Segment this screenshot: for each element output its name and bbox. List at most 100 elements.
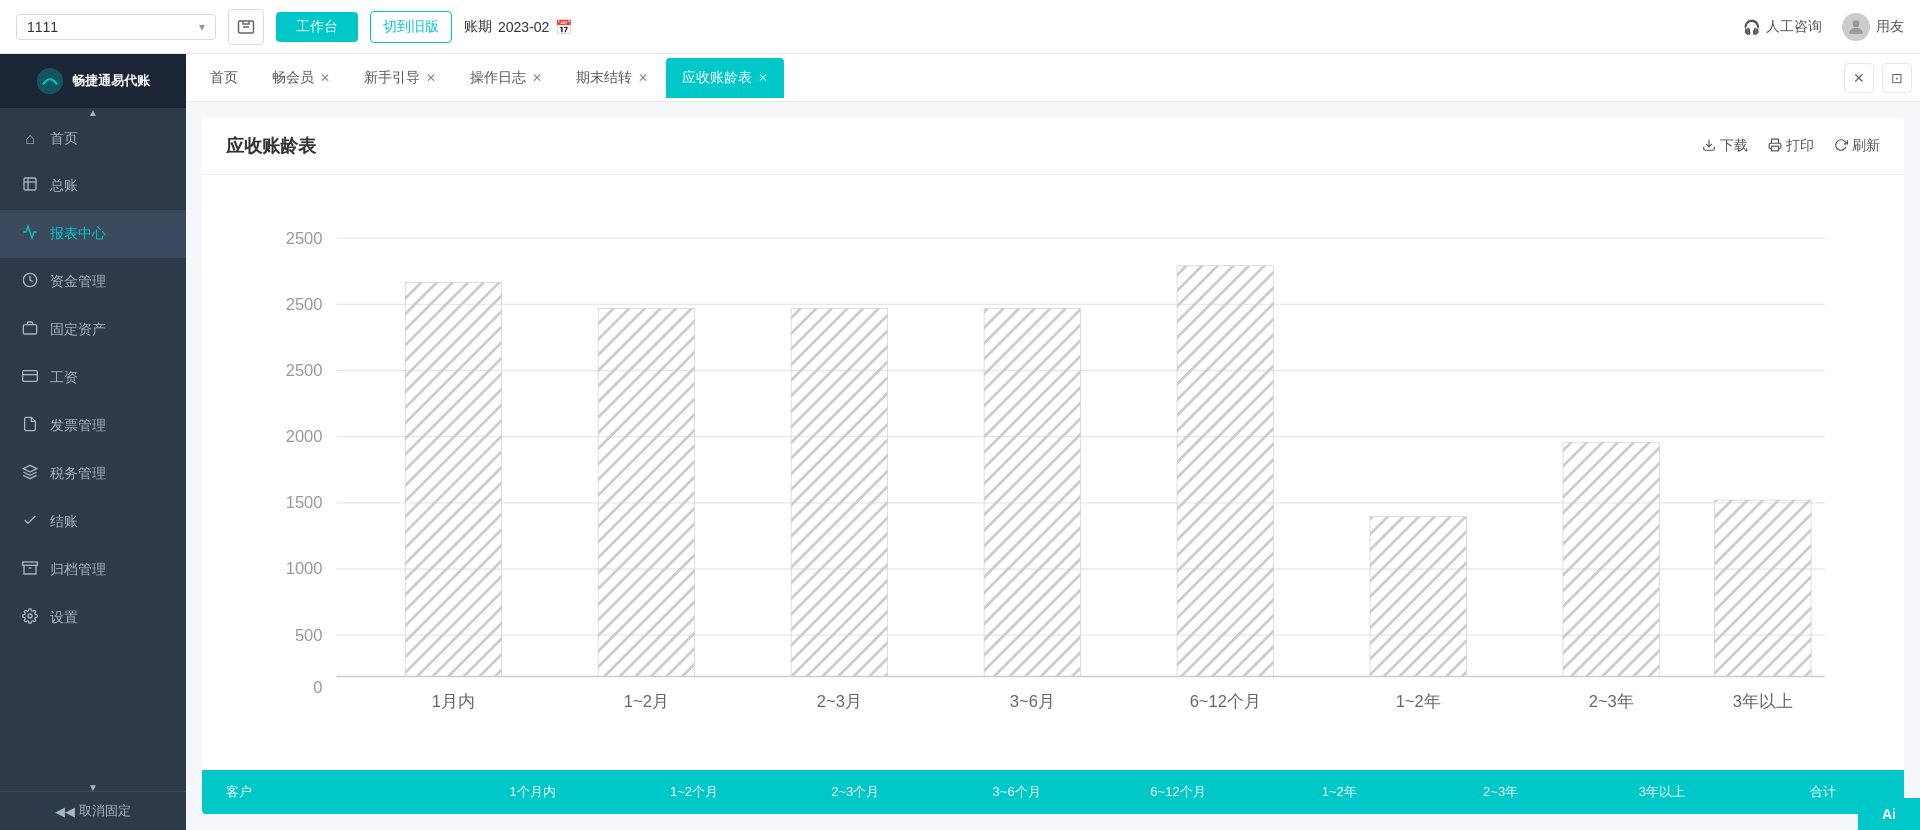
archive-icon (20, 560, 40, 580)
svg-text:2~3月: 2~3月 (817, 692, 862, 711)
sidebar-item-label: 发票管理 (50, 417, 106, 435)
tab-close-icon[interactable]: ✕ (638, 71, 648, 85)
print-button[interactable]: 打印 (1768, 137, 1814, 155)
cancel-fixed-button[interactable]: ◀◀ 取消固定 (0, 791, 186, 830)
table-header: 客户 1个月内 1~2个月 2~3个月 3~6个月 6~12 (202, 770, 1904, 814)
sidebar-item-settings[interactable]: 设置 (0, 594, 186, 642)
tab-home[interactable]: 首页 (194, 58, 254, 98)
svg-text:500: 500 (295, 626, 323, 645)
tab-close-icon[interactable]: ✕ (532, 71, 542, 85)
sidebar-item-reports[interactable]: 报表中心 (0, 210, 186, 258)
company-selector[interactable]: 1111 ▾ (16, 14, 216, 40)
svg-text:0: 0 (313, 678, 322, 697)
col-month23: 2~3个月 (775, 783, 936, 801)
scroll-up-button[interactable]: ▲ (0, 108, 186, 116)
sidebar-item-funds[interactable]: 资金管理 (0, 258, 186, 306)
download-icon (1702, 138, 1716, 155)
period-value: 2023-02 (498, 19, 549, 35)
sidebar-item-settle[interactable]: 结账 (0, 498, 186, 546)
svg-text:1500: 1500 (286, 493, 323, 512)
sidebar-item-label: 结账 (50, 513, 78, 531)
svg-rect-4 (24, 178, 36, 190)
download-button[interactable]: 下载 (1702, 137, 1748, 155)
pin-icon: ◀◀ (55, 804, 75, 819)
download-label: 下载 (1720, 137, 1748, 155)
consultation-button[interactable]: 🎧 人工咨询 (1743, 18, 1822, 36)
ai-assistant-bar[interactable]: Ai (1858, 798, 1920, 830)
svg-text:1~2月: 1~2月 (624, 692, 669, 711)
tab-close-icon[interactable]: ✕ (758, 71, 768, 85)
workbench-button[interactable]: 工作台 (276, 12, 358, 42)
switch-version-button[interactable]: 切到旧版 (370, 11, 452, 43)
svg-rect-43 (1370, 517, 1466, 677)
svg-text:1000: 1000 (286, 559, 323, 578)
sidebar-item-invoice[interactable]: 发票管理 (0, 402, 186, 450)
content-area: 首页 畅会员 ✕ 新手引导 ✕ 操作日志 ✕ 期末结转 ✕ 应收账龄表 ✕ (186, 54, 1920, 830)
svg-rect-45 (1563, 442, 1659, 676)
headset-icon: 🎧 (1743, 19, 1760, 35)
svg-text:6~12个月: 6~12个月 (1190, 692, 1261, 711)
period-label: 账期 (464, 18, 492, 36)
archive-button[interactable] (228, 9, 264, 45)
tab-period-close[interactable]: 期末结转 ✕ (560, 58, 664, 98)
sidebar-item-tax[interactable]: 税务管理 (0, 450, 186, 498)
ai-icon: Ai (1882, 806, 1896, 822)
tab-bar-actions: ✕ ⊡ (1844, 63, 1912, 93)
tab-label: 操作日志 (470, 69, 526, 87)
sidebar-item-label: 首页 (50, 130, 78, 148)
report-card: 应收账龄表 下载 打印 (202, 118, 1904, 814)
svg-text:2500: 2500 (286, 361, 323, 380)
sidebar-item-label: 工资 (50, 369, 78, 387)
user-label: 用友 (1876, 18, 1904, 36)
consultation-label: 人工咨询 (1766, 18, 1822, 36)
tab-oplog[interactable]: 操作日志 ✕ (454, 58, 558, 98)
svg-rect-11 (23, 562, 38, 565)
col-year12: 1~2年 (1259, 783, 1420, 801)
svg-rect-15 (1772, 146, 1779, 151)
svg-text:2~3年: 2~3年 (1589, 692, 1634, 711)
svg-point-2 (1853, 20, 1860, 27)
sidebar-item-salary[interactable]: 工资 (0, 354, 186, 402)
calendar-icon[interactable]: 📅 (555, 19, 572, 35)
col-month612: 6~12个月 (1097, 783, 1258, 801)
tab-ar-aging[interactable]: 应收账龄表 ✕ (666, 58, 784, 98)
tab-label: 新手引导 (364, 69, 420, 87)
top-header: 1111 ▾ 工作台 切到旧版 账期 2023-02 📅 🎧 人工咨询 用友 (0, 0, 1920, 54)
svg-text:2000: 2000 (286, 427, 323, 446)
tab-close-icon[interactable]: ✕ (320, 71, 330, 85)
report-header: 应收账龄表 下载 打印 (202, 118, 1904, 175)
sidebar-nav: ⌂ 首页 总账 报表中心 资金管理 (0, 116, 186, 783)
close-tab-button[interactable]: ✕ (1844, 63, 1874, 93)
col-customer: 客户 (202, 783, 452, 801)
sidebar-item-label: 设置 (50, 609, 78, 627)
page-title: 应收账龄表 (226, 134, 316, 158)
expand-tab-button[interactable]: ⊡ (1882, 63, 1912, 93)
tab-member[interactable]: 畅会员 ✕ (256, 58, 346, 98)
tab-label: 畅会员 (272, 69, 314, 87)
tab-label: 期末结转 (576, 69, 632, 87)
sidebar-logo: 畅捷通易代账 (0, 54, 186, 108)
settle-icon (20, 512, 40, 532)
svg-text:3~6月: 3~6月 (1010, 692, 1055, 711)
svg-text:1~2年: 1~2年 (1396, 692, 1441, 711)
user-section[interactable]: 用友 (1842, 13, 1904, 41)
refresh-label: 刷新 (1852, 137, 1880, 155)
chevron-down-icon: ▾ (199, 20, 205, 34)
svg-point-13 (28, 614, 32, 618)
sidebar-item-assets[interactable]: 固定资产 (0, 306, 186, 354)
col-month1: 1个月内 (452, 783, 613, 801)
sidebar-item-archive[interactable]: 归档管理 (0, 546, 186, 594)
sidebar-item-home[interactable]: ⌂ 首页 (0, 116, 186, 162)
bar-chart: 2500 2500 2500 2000 1500 1000 500 0 (226, 191, 1880, 754)
scroll-down-button[interactable]: ▼ (0, 783, 186, 791)
col-year23: 2~3年 (1420, 783, 1581, 801)
svg-text:1月内: 1月内 (432, 692, 475, 711)
app-title: 畅捷通易代账 (72, 72, 150, 90)
tab-close-icon[interactable]: ✕ (426, 71, 436, 85)
sidebar-item-ledger[interactable]: 总账 (0, 162, 186, 210)
tax-icon (20, 464, 40, 484)
tab-label: 应收账龄表 (682, 69, 752, 87)
svg-rect-39 (984, 308, 1080, 676)
tab-guide[interactable]: 新手引导 ✕ (348, 58, 452, 98)
refresh-button[interactable]: 刷新 (1834, 137, 1880, 155)
